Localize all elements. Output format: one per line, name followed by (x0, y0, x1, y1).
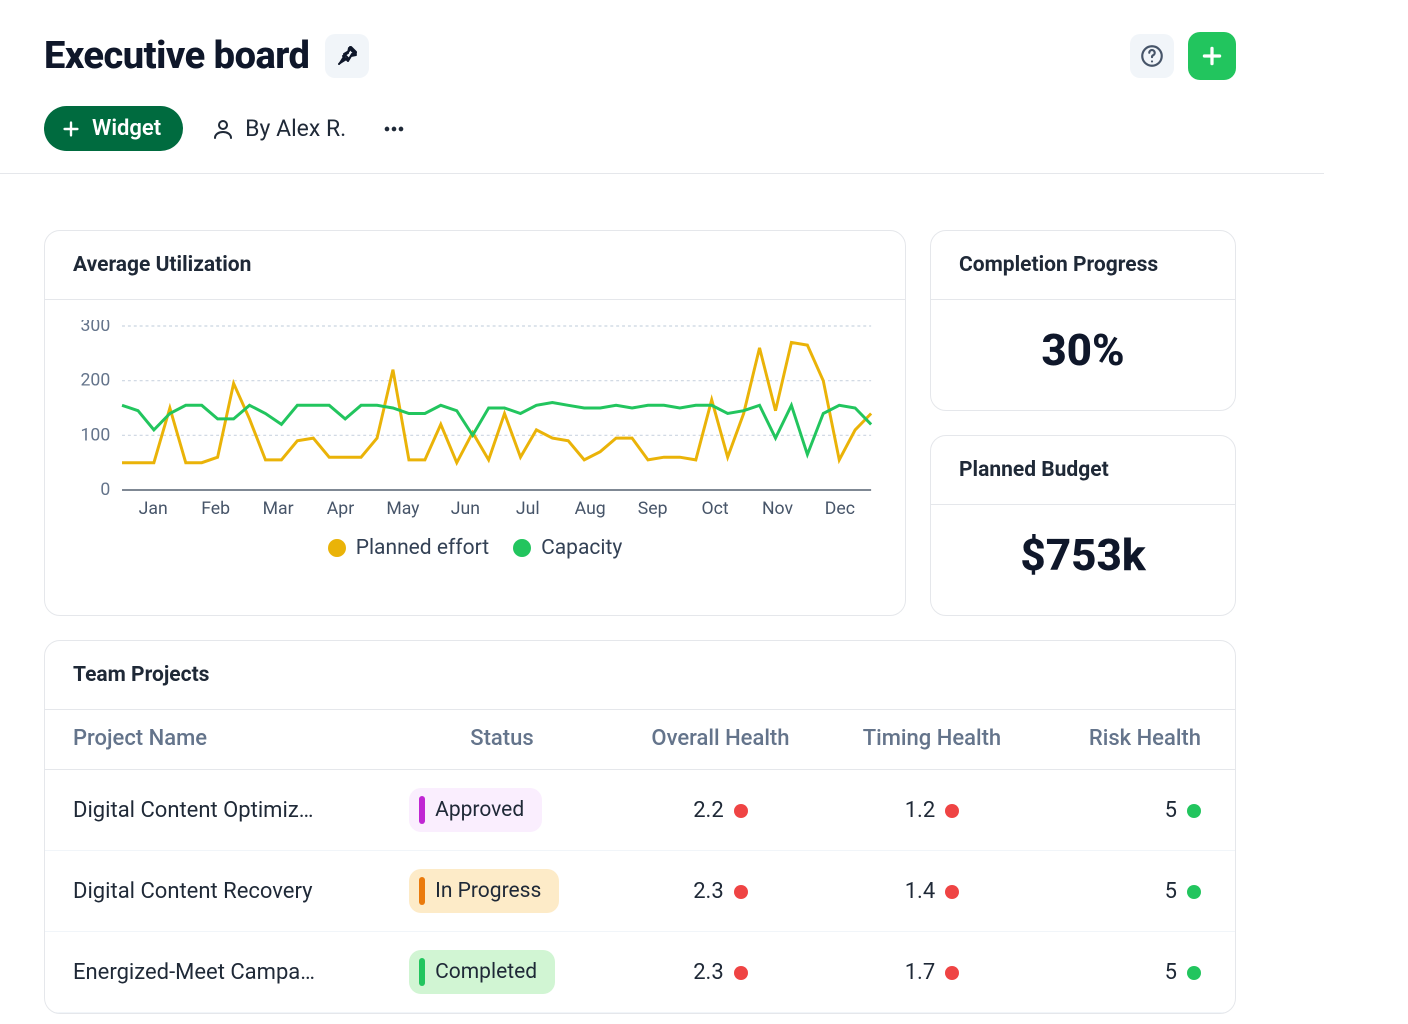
status-bar-icon (419, 796, 425, 824)
legend-swatch-icon (328, 539, 346, 557)
col-timing-health[interactable]: Timing Health (826, 710, 1038, 770)
svg-text:Jan: Jan (139, 498, 168, 519)
cell-project-name: Digital Content Optimiz… (45, 770, 389, 851)
cell-timing-health: 1.7 (826, 932, 1038, 1013)
svg-text:Feb: Feb (201, 498, 230, 519)
more-menu-button[interactable] (374, 109, 414, 149)
health-dot-icon (945, 804, 959, 818)
legend-label: Planned effort (356, 536, 489, 560)
cell-timing-health: 1.4 (826, 851, 1038, 932)
status-bar-icon (419, 958, 425, 986)
health-dot-icon (734, 966, 748, 980)
svg-text:Jul: Jul (516, 498, 540, 519)
utilization-chart-card: Average Utilization 0 100 200 300 Jan Feb Mar A… (44, 230, 906, 616)
widget-button-label: Widget (92, 116, 161, 141)
svg-text:Oct: Oct (701, 498, 728, 519)
health-dot-icon (734, 804, 748, 818)
help-button[interactable] (1130, 34, 1174, 78)
page-title: Executive board (44, 34, 309, 78)
by-user-label: By Alex R. (245, 115, 346, 142)
cell-risk-health: 5 (1038, 932, 1235, 1013)
col-status[interactable]: Status (389, 710, 615, 770)
health-dot-icon (945, 885, 959, 899)
col-risk-health[interactable]: Risk Health (1038, 710, 1235, 770)
table-title: Team Projects (45, 641, 1235, 710)
cell-status: Completed (389, 932, 615, 1013)
budget-card: Planned Budget $753k (930, 435, 1236, 616)
status-pill: Approved (409, 788, 542, 832)
health-dot-icon (1187, 885, 1201, 899)
svg-text:Apr: Apr (327, 498, 354, 519)
projects-table: Project Name Status Overall Health Timin… (45, 710, 1235, 1013)
plus-icon (60, 118, 82, 140)
status-bar-icon (419, 877, 425, 905)
status-label: In Progress (435, 879, 541, 903)
legend-capacity: Capacity (513, 536, 622, 560)
cell-status: In Progress (389, 851, 615, 932)
health-dot-icon (1187, 804, 1201, 818)
more-icon (380, 115, 408, 143)
legend-swatch-icon (513, 539, 531, 557)
svg-text:300: 300 (81, 320, 111, 336)
col-overall-health[interactable]: Overall Health (615, 710, 826, 770)
cell-overall-health: 2.3 (615, 932, 826, 1013)
help-icon (1139, 43, 1165, 69)
add-button[interactable] (1188, 32, 1236, 80)
chart-legend: Planned effort Capacity (73, 536, 877, 560)
by-user-filter[interactable]: By Alex R. (211, 115, 346, 142)
svg-text:0: 0 (100, 479, 110, 500)
health-dot-icon (1187, 966, 1201, 980)
cell-risk-health: 5 (1038, 770, 1235, 851)
svg-text:Sep: Sep (638, 498, 668, 519)
svg-text:Jun: Jun (451, 498, 480, 519)
svg-text:100: 100 (81, 424, 111, 445)
table-row[interactable]: Digital Content Optimiz… Approved 2.21.25 (45, 770, 1235, 851)
health-dot-icon (734, 885, 748, 899)
svg-text:Mar: Mar (263, 498, 294, 519)
pin-icon (335, 44, 359, 68)
team-projects-card: Team Projects Project Name Status Overal… (44, 640, 1236, 1014)
col-project-name[interactable]: Project Name (45, 710, 389, 770)
utilization-chart: 0 100 200 300 Jan Feb Mar Apr May Jun Jul Aug Sep Oct… (73, 320, 877, 520)
svg-text:200: 200 (81, 370, 111, 391)
pin-button[interactable] (325, 34, 369, 78)
cell-risk-health: 5 (1038, 851, 1235, 932)
svg-text:May: May (386, 498, 420, 519)
add-widget-button[interactable]: Widget (44, 106, 183, 151)
chart-title: Average Utilization (45, 231, 905, 300)
status-label: Completed (435, 960, 537, 984)
legend-planned-effort: Planned effort (328, 536, 489, 560)
table-row[interactable]: Digital Content Recovery In Progress 2.31.… (45, 851, 1235, 932)
completion-card: Completion Progress 30% (930, 230, 1236, 411)
completion-value: 30% (1041, 324, 1124, 376)
svg-text:Dec: Dec (825, 498, 855, 519)
table-row[interactable]: Energized-Meet Campa… Completed 2.31.75 (45, 932, 1235, 1013)
status-label: Approved (435, 798, 524, 822)
svg-text:Nov: Nov (762, 498, 793, 519)
budget-value: $753k (1020, 529, 1145, 581)
legend-label: Capacity (541, 536, 622, 560)
cell-overall-health: 2.3 (615, 851, 826, 932)
cell-overall-health: 2.2 (615, 770, 826, 851)
svg-text:Aug: Aug (575, 498, 606, 519)
cell-project-name: Digital Content Recovery (45, 851, 389, 932)
status-pill: In Progress (409, 869, 559, 913)
cell-timing-health: 1.2 (826, 770, 1038, 851)
health-dot-icon (945, 966, 959, 980)
budget-title: Planned Budget (931, 436, 1235, 505)
completion-title: Completion Progress (931, 231, 1235, 300)
user-icon (211, 117, 235, 141)
cell-status: Approved (389, 770, 615, 851)
plus-icon (1199, 43, 1225, 69)
cell-project-name: Energized-Meet Campa… (45, 932, 389, 1013)
status-pill: Completed (409, 950, 555, 994)
